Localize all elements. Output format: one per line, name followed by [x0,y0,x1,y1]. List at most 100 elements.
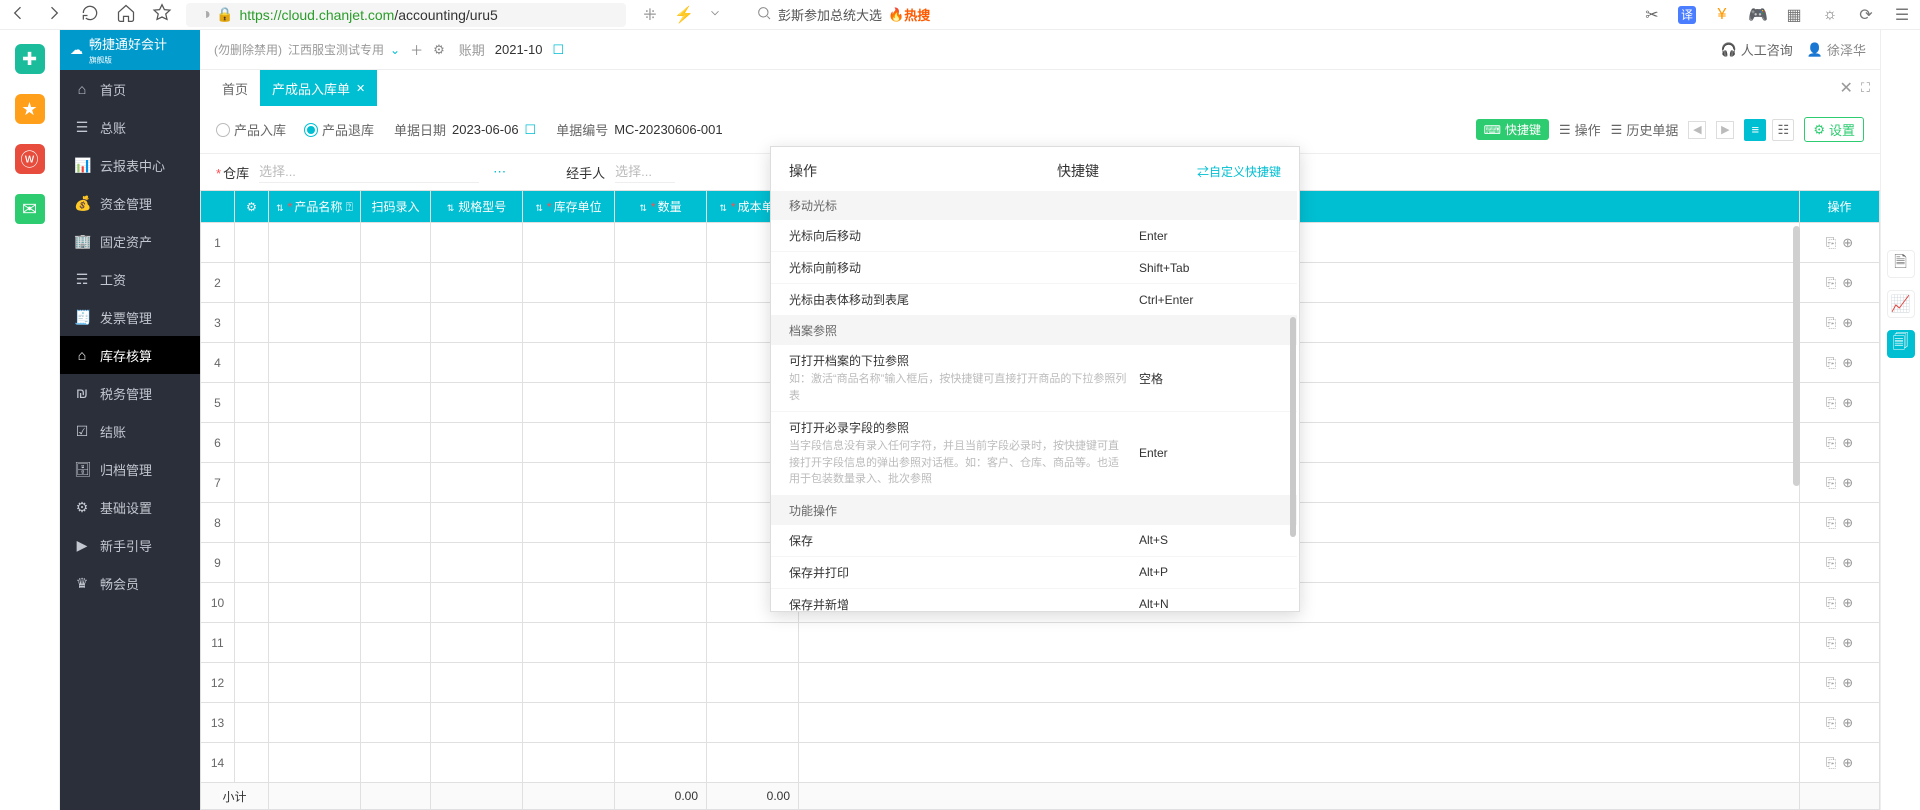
user-menu[interactable]: 👤 徐泽华 [1807,40,1866,59]
row-copy-icon[interactable]: ⎘ [1826,635,1836,650]
gear-icon[interactable]: ⚙ [433,42,445,58]
operator-select[interactable]: 选择... [615,161,675,183]
scissors-icon[interactable]: ✂ [1642,5,1662,25]
popup-custom-link[interactable]: ⇄自定义快捷键 [1197,163,1281,180]
app-icon-2[interactable]: ★ [15,94,45,124]
row-add-icon[interactable]: ⊕ [1842,755,1853,770]
reload-icon[interactable] [80,3,100,26]
row-add-icon[interactable]: ⊕ [1842,515,1853,530]
close-icon[interactable]: ✕ [356,82,365,95]
right-tool-stats[interactable]: 📈 [1887,290,1915,318]
sidebar-item[interactable]: ⚙基础设置 [60,488,200,526]
table-row[interactable]: 14⎘⊕ [201,743,1880,783]
next-doc[interactable]: ▶ [1716,121,1734,139]
row-copy-icon[interactable]: ⎘ [1826,675,1836,690]
row-copy-icon[interactable]: ⎘ [1826,595,1836,610]
more-icon[interactable]: ⋯ [493,164,506,180]
row-add-icon[interactable]: ⊕ [1842,675,1853,690]
sidebar-item[interactable]: 🧾发票管理 [60,298,200,336]
row-copy-icon[interactable]: ⎘ [1826,755,1836,770]
warehouse-select[interactable]: 选择... [259,161,479,183]
table-row[interactable]: 11⎘⊕ [201,623,1880,663]
sidebar-item[interactable]: ☑结账 [60,412,200,450]
row-add-icon[interactable]: ⊕ [1842,395,1853,410]
popup-scrollbar-thumb[interactable] [1290,317,1296,537]
sidebar-item[interactable]: ▶新手引导 [60,526,200,564]
radio-inbound[interactable]: 产品入库 [216,120,286,139]
game-icon[interactable]: 🎮 [1748,5,1768,25]
sidebar-item[interactable]: 📊云报表中心 [60,146,200,184]
prev-doc[interactable]: ◀ [1688,121,1706,139]
home-icon[interactable] [116,3,136,26]
add-icon[interactable]: ＋ [410,40,423,59]
row-copy-icon[interactable]: ⎘ [1826,235,1836,250]
row-add-icon[interactable]: ⊕ [1842,275,1853,290]
star-icon[interactable] [152,3,172,26]
url-dropdown-icon[interactable] [708,6,722,23]
hot-search-badge[interactable]: 🔥热搜 [888,5,930,24]
sidebar-item[interactable]: ⌂库存核算 [60,336,200,374]
url-bar[interactable]: ◑ 🔒 https://cloud.chanjet.com/accounting… [186,3,626,27]
row-copy-icon[interactable]: ⎘ [1826,555,1836,570]
right-tool-note[interactable]: 🗎 [1887,250,1915,278]
right-tool-doc[interactable]: 🗐 [1887,330,1915,358]
coin-icon[interactable]: ¥ [1712,5,1732,25]
sidebar-item[interactable]: 🗄归档管理 [60,450,200,488]
row-copy-icon[interactable]: ⎘ [1826,475,1836,490]
company-selector[interactable]: (勿删除禁用) 江西服宝测试专用 ⌄ [214,41,400,58]
calendar-icon[interactable]: ☐ [525,122,537,138]
row-copy-icon[interactable]: ⎘ [1826,355,1836,370]
col-scan[interactable]: 扫码录入 [361,191,431,223]
tab-home[interactable]: 首页 [210,70,260,106]
date-value[interactable]: 2023-06-06 [452,122,519,137]
view-list[interactable]: ≡ [1744,119,1766,141]
tab-entry[interactable]: 产成品入库单 ✕ [260,70,377,106]
row-add-icon[interactable]: ⊕ [1842,355,1853,370]
op-link[interactable]: ☰操作 [1559,120,1601,139]
sidebar-item[interactable]: ☰总账 [60,108,200,146]
shortcut-badge[interactable]: ⌨快捷键 [1476,119,1549,140]
brightness-icon[interactable]: ☼ [1820,5,1840,25]
col-gear[interactable]: ⚙ [235,191,269,223]
app-icon-weibo[interactable]: ⓦ [15,144,45,174]
row-copy-icon[interactable]: ⎘ [1826,275,1836,290]
tab-close-all[interactable]: ✕ [1839,78,1852,98]
row-add-icon[interactable]: ⊕ [1842,715,1853,730]
grid-icon[interactable]: ▦ [1784,5,1804,25]
view-card[interactable]: ☷ [1772,119,1794,141]
row-add-icon[interactable]: ⊕ [1842,595,1853,610]
col-unit[interactable]: ⇅*库存单位 [523,191,615,223]
search-icon[interactable] [756,5,772,24]
col-spec[interactable]: ⇅规格型号 [431,191,523,223]
menu-icon[interactable]: ☰ [1892,5,1912,25]
row-copy-icon[interactable]: ⎘ [1826,315,1836,330]
settings-button[interactable]: ⚙设置 [1804,117,1864,142]
row-add-icon[interactable]: ⊕ [1842,235,1853,250]
sidebar-item[interactable]: ☴工资 [60,260,200,298]
row-copy-icon[interactable]: ⎘ [1826,435,1836,450]
col-name[interactable]: ⇅*产品名称 ⍰ [269,191,361,223]
table-row[interactable]: 13⎘⊕ [201,703,1880,743]
translate-icon[interactable]: 译 [1678,6,1696,24]
row-add-icon[interactable]: ⊕ [1842,555,1853,570]
sidebar-item[interactable]: ♛畅会员 [60,564,200,602]
forward-icon[interactable] [44,3,64,26]
row-add-icon[interactable]: ⊕ [1842,315,1853,330]
sidebar-item[interactable]: ⌂首页 [60,70,200,108]
browser-search-text[interactable]: 彭斯参加总统大选 [778,5,882,24]
row-copy-icon[interactable]: ⎘ [1826,515,1836,530]
row-copy-icon[interactable]: ⎘ [1826,715,1836,730]
app-icon-mail[interactable]: ✉ [15,194,45,224]
calendar-icon[interactable]: ☐ [552,42,564,58]
scrollbar-thumb[interactable] [1793,226,1800,486]
period-value[interactable]: 2021-10 [495,42,543,57]
row-add-icon[interactable]: ⊕ [1842,475,1853,490]
sidebar-item[interactable]: ₪税务管理 [60,374,200,412]
sidebar-item[interactable]: 💰资金管理 [60,184,200,222]
row-add-icon[interactable]: ⊕ [1842,635,1853,650]
table-row[interactable]: 12⎘⊕ [201,663,1880,703]
qr-icon[interactable]: ⁜ [640,5,660,25]
row-add-icon[interactable]: ⊕ [1842,435,1853,450]
sidebar-item[interactable]: 🏢固定资产 [60,222,200,260]
back-icon[interactable] [8,3,28,26]
